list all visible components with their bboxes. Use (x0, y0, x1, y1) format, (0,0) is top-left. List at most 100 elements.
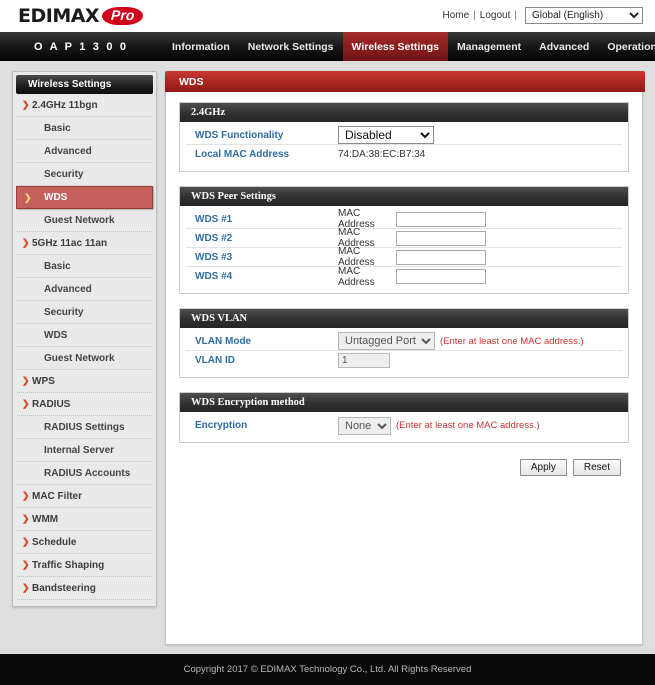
chevron-right-icon: ❯ (22, 237, 30, 248)
footer: Copyright 2017 © EDIMAX Technology Co., … (0, 654, 655, 685)
vlan-mode-label: VLAN Mode (195, 335, 252, 347)
copyright-text: Copyright 2017 © EDIMAX Technology Co., … (183, 664, 472, 675)
header-separator-2: | (514, 10, 517, 21)
sidebar-item-label: Traffic Shaping (32, 559, 105, 571)
reset-button[interactable]: Reset (572, 459, 621, 476)
row-wds-peer-3: WDS #3 MAC Address (186, 246, 622, 268)
section-body-wds-peer-settings: WDS #1 MAC Address WDS #2 MAC Address WD… (180, 206, 628, 293)
main-navigation-bar: O A P 1 3 0 0 Information Network Settin… (0, 32, 655, 61)
wds-peer-2-label: WDS #2 (195, 232, 233, 244)
encryption-select[interactable]: None (338, 416, 391, 435)
sidebar-item-label: RADIUS (32, 398, 71, 410)
sidebar-item-traffic-shaping[interactable]: ❯ Traffic Shaping (17, 554, 152, 577)
sidebar-item-label: Basic (44, 122, 71, 134)
sidebar-item-5ghz-11ac-11an[interactable]: ❯ 5GHz 11ac 11an (17, 232, 152, 255)
sidebar-item-24-basic[interactable]: Basic (17, 117, 152, 140)
wds-peer-4-value: MAC Address (338, 266, 622, 288)
wds-peer-2-mac-input[interactable] (396, 230, 486, 246)
row-encryption: Encryption None (Enter at least one MAC … (186, 416, 622, 435)
wds-peer-4-mac-input[interactable] (396, 269, 486, 284)
edimax-logo[interactable]: EDIMAX Pro (18, 4, 144, 28)
chevron-right-icon: ❯ (24, 192, 32, 202)
vlan-mode-select[interactable]: Untagged Port (338, 332, 435, 350)
sidebar-item-label: Security (44, 306, 84, 318)
sidebar-item-wmm[interactable]: ❯ WMM (17, 508, 152, 531)
encryption-value: None (Enter at least one MAC address.) (338, 416, 622, 435)
page-body: Wireless Settings ❯ 2.4GHz 11bgn Basic A… (0, 61, 655, 654)
chevron-right-icon: ❯ (22, 99, 30, 110)
sidebar-item-24-wds[interactable]: ❯ WDS (16, 186, 153, 209)
sidebar-item-label: RADIUS Accounts (44, 467, 131, 479)
encryption-hint: (Enter at least one MAC address.) (396, 420, 540, 431)
header-links: Home | Logout | Global (English) (443, 7, 643, 24)
row-vlan-id: VLAN ID (186, 351, 622, 370)
sidebar-item-internal-server[interactable]: Internal Server (17, 439, 152, 462)
wds-functionality-select[interactable]: Disabled (338, 126, 434, 144)
section-wds-peer-settings: WDS Peer Settings WDS #1 MAC Address WDS… (179, 186, 629, 294)
chevron-right-icon: ❯ (22, 513, 30, 524)
chevron-right-icon: ❯ (22, 582, 30, 593)
form-actions: Apply Reset (179, 457, 629, 476)
sidebar-item-label: Bandsteering (32, 582, 96, 594)
vlan-id-label: VLAN ID (195, 355, 235, 366)
wds-peer-1-label: WDS #1 (195, 213, 233, 225)
nav-item-wireless-settings[interactable]: Wireless Settings (342, 32, 448, 61)
apply-button[interactable]: Apply (519, 459, 567, 476)
sidebar-item-schedule[interactable]: ❯ Schedule (17, 531, 152, 554)
wds-functionality-value: Disabled (338, 126, 622, 144)
sidebar-item-label: 2.4GHz 11bgn (32, 99, 98, 111)
sidebar-item-bandsteering[interactable]: ❯ Bandsteering (17, 577, 152, 600)
section-wds-vlan: WDS VLAN VLAN Mode Untagged Port (Enter … (179, 308, 629, 378)
brand-name: EDIMAX (18, 5, 100, 27)
sidebar-item-label: WPS (32, 375, 55, 387)
sidebar-item-24ghz-11bgn[interactable]: ❯ 2.4GHz 11bgn (17, 94, 152, 117)
sidebar-item-mac-filter[interactable]: ❯ MAC Filter (17, 485, 152, 508)
section-body-wds-vlan: VLAN Mode Untagged Port (Enter at least … (180, 328, 628, 377)
nav-item-operation-mode[interactable]: Operation Mode (598, 32, 655, 61)
wds-peer-3-mac-input[interactable] (396, 249, 486, 265)
row-wds-peer-4: WDS #4 MAC Address (186, 266, 622, 288)
nav-item-advanced[interactable]: Advanced (530, 32, 598, 61)
sidebar-item-5-advanced[interactable]: Advanced (17, 278, 152, 301)
header-separator-1: | (473, 10, 476, 21)
section-body-24ghz: WDS Functionality Disabled Local MAC Add… (180, 122, 628, 171)
sidebar-item-label: 5GHz 11ac 11an (32, 237, 108, 249)
sidebar-item-5-basic[interactable]: Basic (17, 255, 152, 278)
sidebar-item-label: MAC Filter (32, 490, 82, 502)
vlan-id-input[interactable] (338, 353, 390, 368)
sidebar-item-label: Guest Network (44, 214, 115, 226)
sidebar-item-5-guest-network[interactable]: Guest Network (17, 347, 152, 370)
sidebar-item-radius[interactable]: ❯ RADIUS (17, 393, 152, 416)
sidebar-item-radius-accounts[interactable]: RADIUS Accounts (17, 462, 152, 485)
sidebar-item-wps[interactable]: ❯ WPS (17, 370, 152, 393)
brand-suffix-badge: Pro (101, 7, 144, 25)
row-wds-functionality: WDS Functionality Disabled (186, 126, 622, 145)
sidebar-item-label: WDS (44, 329, 68, 341)
panel-inner: 2.4GHz WDS Functionality Disabled Local (166, 72, 642, 476)
sidebar-item-5-security[interactable]: Security (17, 301, 152, 324)
wds-peer-4-mac-label: MAC Address (338, 265, 375, 288)
app-window: EDIMAX Pro Home | Logout | Global (Engli… (0, 0, 655, 685)
sidebar-item-24-guest-network[interactable]: Guest Network (17, 209, 152, 232)
main-content-panel: WDS 2.4GHz WDS Functionality Disabled Lo… (165, 71, 645, 645)
nav-item-network-settings[interactable]: Network Settings (239, 32, 343, 61)
sidebar-item-label: Guest Network (44, 352, 115, 364)
sidebar-menu: ❯ 2.4GHz 11bgn Basic Advanced Security ❯… (13, 94, 156, 600)
home-link[interactable]: Home (443, 10, 470, 21)
sidebar-item-24-security[interactable]: Security (17, 163, 152, 186)
section-wds-encryption: WDS Encryption method Encryption None (E… (179, 392, 629, 443)
nav-item-information[interactable]: Information (163, 32, 239, 61)
brand-header: EDIMAX Pro Home | Logout | Global (Engli… (0, 0, 655, 32)
chevron-right-icon: ❯ (22, 375, 30, 386)
wds-peer-1-mac-input[interactable] (396, 211, 486, 227)
sidebar-item-label: Internal Server (44, 444, 115, 456)
logout-link[interactable]: Logout (480, 10, 511, 21)
language-select[interactable]: Global (English) (525, 7, 643, 24)
sidebar-item-24-advanced[interactable]: Advanced (17, 140, 152, 163)
row-local-mac-address: Local MAC Address 74:DA:38:EC:B7:34 (186, 145, 622, 164)
encryption-label: Encryption (195, 420, 248, 431)
sidebar-item-radius-settings[interactable]: RADIUS Settings (17, 416, 152, 439)
nav-item-management[interactable]: Management (448, 32, 530, 61)
sidebar-title: Wireless Settings (16, 75, 153, 94)
sidebar-item-5-wds[interactable]: WDS (17, 324, 152, 347)
